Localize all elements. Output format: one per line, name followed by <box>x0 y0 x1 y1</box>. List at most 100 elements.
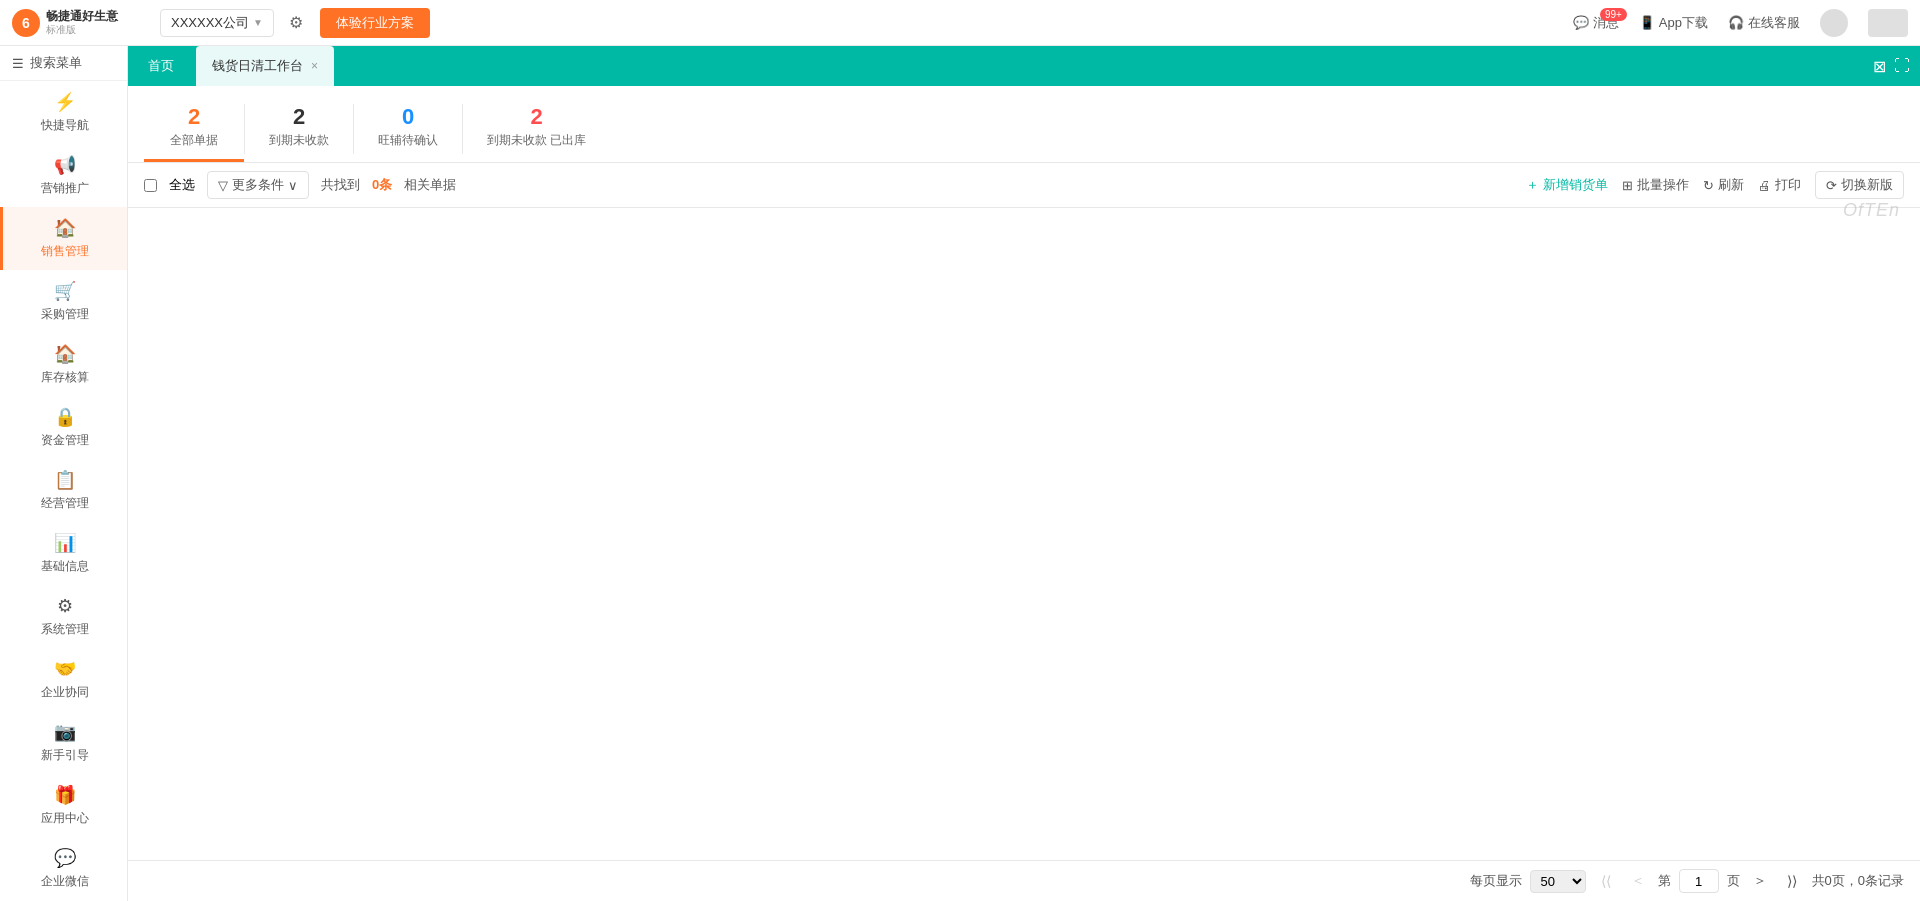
sidebar-item-wechat[interactable]: 💬 企业微信 <box>0 837 127 900</box>
filter-icon: ▽ <box>218 178 228 193</box>
tab-bar: 首页 钱货日清工作台 × ⊠ ⛶ <box>128 46 1920 86</box>
app-download-icon: 📱 <box>1639 15 1655 30</box>
sidebar-label-appcenter: 应用中心 <box>41 810 89 827</box>
found-suffix: 相关单据 <box>404 176 456 194</box>
guide-icon: 📷 <box>54 721 76 743</box>
new-sale-button[interactable]: ＋ 新增销货单 <box>1526 176 1608 194</box>
stat-tab-all[interactable]: 2 全部单据 <box>144 96 244 162</box>
sidebar-item-guide[interactable]: 📷 新手引导 <box>0 711 127 774</box>
prev-page-button[interactable]: ＜ <box>1626 869 1650 893</box>
sidebar-item-baseinfo[interactable]: 📊 基础信息 <box>0 522 127 585</box>
top-header: 6 畅捷通好生意 标准版 XXXXXX公司 ▼ ⚙ 体验行业方案 💬 消息 99… <box>0 0 1920 46</box>
print-label: 打印 <box>1775 176 1801 194</box>
sidebar-item-purchase[interactable]: 🛒 采购管理 <box>0 270 127 333</box>
sidebar-label-operation: 经营管理 <box>41 495 89 512</box>
batch-operation-button[interactable]: ⊞ 批量操作 <box>1622 176 1689 194</box>
operation-icon: 📋 <box>54 469 76 491</box>
sidebar-label-wechat: 企业微信 <box>41 873 89 890</box>
sidebar-label-purchase: 采购管理 <box>41 306 89 323</box>
main-layout: ☰ 搜索菜单 ⚡ 快捷导航 📢 营销推广 🏠 销售管理 🛒 采购管理 🏠 库存核… <box>0 46 1920 901</box>
sidebar-item-system[interactable]: ⚙ 系统管理 <box>0 585 127 648</box>
company-selector[interactable]: XXXXXX公司 ▼ <box>160 9 274 37</box>
sidebar: ☰ 搜索菜单 ⚡ 快捷导航 📢 营销推广 🏠 销售管理 🛒 采购管理 🏠 库存核… <box>0 46 128 901</box>
header-right: 💬 消息 99+ 📱 App下载 🎧 在线客服 <box>1573 9 1908 37</box>
stat-num-overdue-out: 2 <box>531 104 543 130</box>
new-sale-plus-icon: ＋ <box>1526 176 1539 194</box>
first-page-button[interactable]: ⟨⟨ <box>1594 869 1618 893</box>
batch-label: 批量操作 <box>1637 176 1689 194</box>
sidebar-label-sales: 销售管理 <box>41 243 89 260</box>
stat-num-pending: 0 <box>402 104 414 130</box>
select-all-checkbox[interactable] <box>144 179 157 192</box>
page-content: 2 全部单据 2 到期未收款 0 旺辅待确认 2 到期未收款 已出库 <box>128 86 1920 901</box>
baseinfo-icon: 📊 <box>54 532 76 554</box>
tab-close-button[interactable]: × <box>311 59 318 73</box>
app-download-label: App下载 <box>1659 14 1708 32</box>
active-tab-label: 钱货日清工作台 <box>212 57 303 75</box>
tab-home-label: 首页 <box>148 57 174 75</box>
stat-tab-overdue-out[interactable]: 2 到期未收款 已出库 <box>463 96 610 162</box>
batch-icon: ⊞ <box>1622 178 1633 193</box>
tab-active-item[interactable]: 钱货日清工作台 × <box>196 46 334 86</box>
per-page-select[interactable]: 20 50 100 200 <box>1530 870 1586 893</box>
sidebar-item-marketing[interactable]: 📢 营销推广 <box>0 144 127 207</box>
message-icon: 💬 <box>1573 15 1589 30</box>
sidebar-item-quick-nav[interactable]: ⚡ 快捷导航 <box>0 81 127 144</box>
switch-icon: ⟳ <box>1826 178 1837 193</box>
online-service-label: 在线客服 <box>1748 14 1800 32</box>
print-button[interactable]: 🖨 打印 <box>1758 176 1801 194</box>
more-filters-button[interactable]: ▽ 更多条件 ∨ <box>207 171 309 199</box>
settings-button[interactable]: ⚙ <box>282 9 310 37</box>
logo-main-text: 畅捷通好生意 <box>46 9 118 23</box>
page-label-second: 页 <box>1727 872 1740 890</box>
print-icon: 🖨 <box>1758 178 1771 193</box>
company-dropdown-arrow: ▼ <box>253 17 263 28</box>
company-name: XXXXXX公司 <box>171 14 249 32</box>
sidebar-label-marketing: 营销推广 <box>41 180 89 197</box>
switch-new-version-button[interactable]: ⟳ 切换新版 <box>1815 171 1904 199</box>
sales-icon: 🏠 <box>54 217 76 239</box>
last-page-button[interactable]: ⟩⟩ <box>1780 869 1804 893</box>
tab-restore-icon[interactable]: ⊠ <box>1873 57 1886 76</box>
content-area: 首页 钱货日清工作台 × ⊠ ⛶ 2 全部单据 2 <box>128 46 1920 901</box>
pagination: 每页显示 20 50 100 200 ⟨⟨ ＜ 第 页 ＞ ⟩⟩ 共0页，0条记… <box>128 860 1920 901</box>
tab-home[interactable]: 首页 <box>128 46 194 86</box>
select-all-label: 全选 <box>169 176 195 194</box>
marketing-icon: 📢 <box>54 154 76 176</box>
filter-btn-label: 更多条件 <box>232 176 284 194</box>
logo-sub-text: 标准版 <box>46 24 118 36</box>
sidebar-item-coop[interactable]: 🤝 企业协同 <box>0 648 127 711</box>
table-area <box>128 208 1920 860</box>
logo-area: 6 畅捷通好生意 标准版 <box>12 9 140 37</box>
total-info: 共0页，0条记录 <box>1812 872 1904 890</box>
logo-icon: 6 <box>12 9 40 37</box>
toolbar: 全选 ▽ 更多条件 ∨ 共找到 0条 相关单据 ＋ 新增销货单 ⊞ 批 <box>128 163 1920 208</box>
message-item[interactable]: 💬 消息 99+ <box>1573 14 1619 32</box>
stat-num-overdue: 2 <box>293 104 305 130</box>
sidebar-item-inventory[interactable]: 🏠 库存核算 <box>0 333 127 396</box>
sidebar-item-operation[interactable]: 📋 经营管理 <box>0 459 127 522</box>
sidebar-item-appcenter[interactable]: 🎁 应用中心 <box>0 774 127 837</box>
online-service-item[interactable]: 🎧 在线客服 <box>1728 14 1800 32</box>
refresh-label: 刷新 <box>1718 176 1744 194</box>
tab-expand-icon[interactable]: ⛶ <box>1894 57 1910 75</box>
sidebar-item-sales[interactable]: 🏠 销售管理 <box>0 207 127 270</box>
new-sale-label: 新增销货单 <box>1543 176 1608 194</box>
stat-tab-pending[interactable]: 0 旺辅待确认 <box>354 96 462 162</box>
next-page-button[interactable]: ＞ <box>1748 869 1772 893</box>
logo-text: 畅捷通好生意 标准版 <box>46 9 118 35</box>
sidebar-item-finance[interactable]: 🔒 资金管理 <box>0 396 127 459</box>
avatar[interactable] <box>1820 9 1848 37</box>
toolbar-right: ＋ 新增销货单 ⊞ 批量操作 ↻ 刷新 🖨 打印 <box>1526 171 1904 199</box>
search-menu-item[interactable]: ☰ 搜索菜单 <box>0 46 127 81</box>
user-menu[interactable] <box>1868 9 1908 37</box>
per-page-label: 每页显示 <box>1470 872 1522 890</box>
refresh-button[interactable]: ↻ 刷新 <box>1703 176 1744 194</box>
app-download-item[interactable]: 📱 App下载 <box>1639 14 1708 32</box>
sidebar-label-baseinfo: 基础信息 <box>41 558 89 575</box>
stat-tab-overdue[interactable]: 2 到期未收款 <box>245 96 353 162</box>
appcenter-icon: 🎁 <box>54 784 76 806</box>
coop-icon: 🤝 <box>54 658 76 680</box>
page-number-input[interactable] <box>1679 869 1719 893</box>
trial-button[interactable]: 体验行业方案 <box>320 8 430 38</box>
